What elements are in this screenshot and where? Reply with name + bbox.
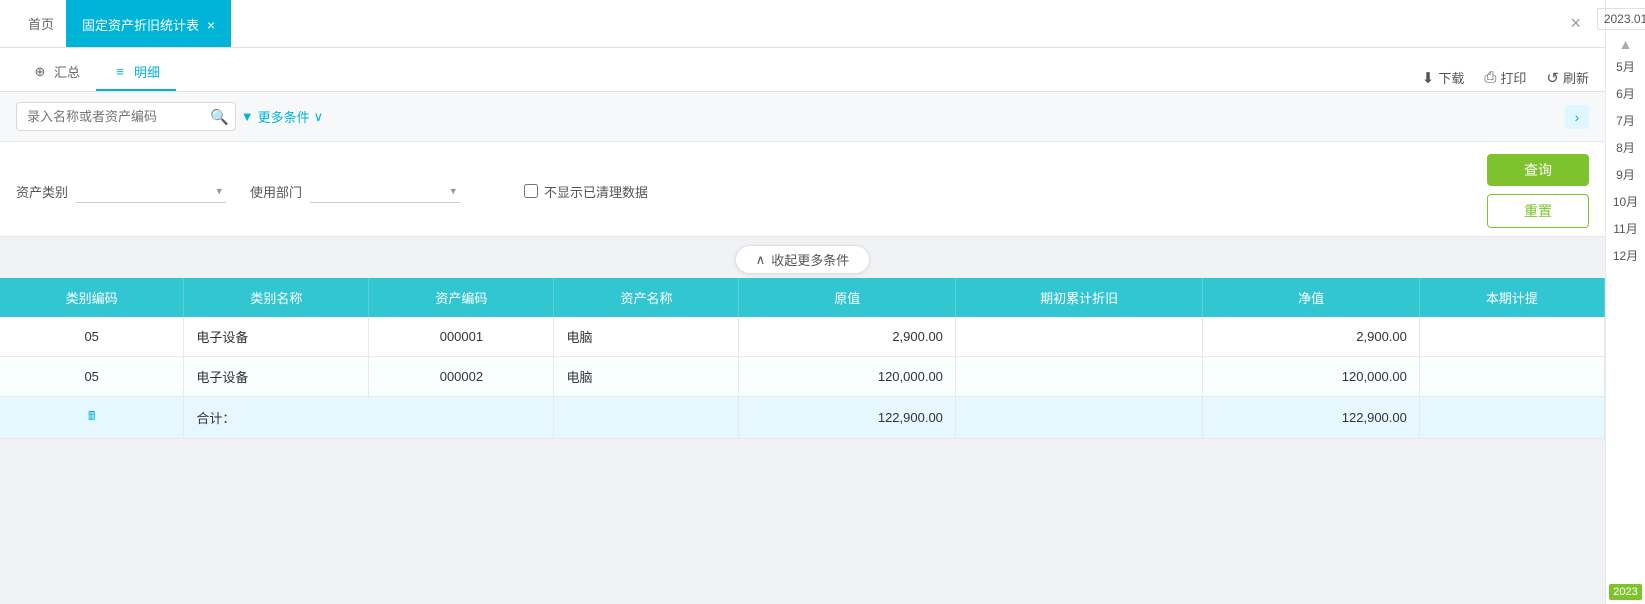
cell-category: 电子设备 [184, 317, 369, 357]
cell-category: 电子设备 [184, 357, 369, 397]
col-header-category: 类别名称 [184, 278, 369, 317]
hide-cleared-checkbox[interactable] [524, 184, 538, 198]
cell-code: 05 [0, 357, 184, 397]
tab-summary[interactable]: ⊕ 汇总 [16, 54, 96, 91]
col-header-asset-code: 资产编码 [369, 278, 554, 317]
tab-detail-label: 明细 [134, 62, 160, 81]
sidebar-year-badge: 2023 [1609, 584, 1641, 600]
more-filter-button[interactable]: ▼ 更多条件 ∨ [241, 107, 323, 126]
cell-accumulated-dep [955, 317, 1203, 357]
active-tab: 固定资产折旧统计表 × [66, 0, 231, 47]
department-label: 使用部门 [250, 182, 302, 201]
layers-icon: ⊕ [32, 64, 48, 80]
total-icon: 🖩 [88, 409, 95, 423]
cell-current-dep [1419, 317, 1604, 357]
asset-category-filter: 资产类别 [16, 179, 226, 203]
col-header-net-value: 净值 [1203, 278, 1419, 317]
print-button[interactable]: ⎙ 打印 [1484, 68, 1526, 87]
list-icon: ≡ [112, 64, 128, 80]
chevron-down-icon: ∨ [314, 109, 324, 125]
total-original-value: 122,900.00 [739, 397, 955, 439]
cell-code: 05 [0, 317, 184, 357]
cell-asset-name: 电脑 [554, 357, 739, 397]
reset-button[interactable]: 重置 [1487, 194, 1589, 228]
total-net-value: 122,900.00 [1203, 397, 1419, 439]
cell-asset-name: 电脑 [554, 317, 739, 357]
refresh-icon: ↺ [1546, 69, 1559, 87]
sidebar-month-5[interactable]: 5月 [1614, 54, 1637, 79]
total-icon-cell: 🖩 [0, 397, 184, 439]
hide-cleared-filter: 不显示已清理数据 [524, 182, 648, 201]
asset-category-select[interactable] [76, 179, 226, 203]
home-nav[interactable]: 首页 [16, 14, 66, 33]
tab-close-icon[interactable]: × [207, 17, 215, 33]
total-label-cell: 合计： [184, 397, 554, 439]
table-container: 类别编码 类别名称 资产编码 资产名称 原值 期初累计折旧 净值 本期计提 05… [0, 278, 1605, 604]
filter-actions: 查询 重置 [1487, 154, 1589, 228]
data-table: 类别编码 类别名称 资产编码 资产名称 原值 期初累计折旧 净值 本期计提 05… [0, 278, 1605, 439]
col-header-asset-name: 资产名称 [554, 278, 739, 317]
window-close-button[interactable]: × [1562, 13, 1589, 34]
sidebar-month-12[interactable]: 12月 [1611, 243, 1640, 268]
print-icon: ⎙ [1484, 69, 1496, 86]
search-bar: 🔍 ▼ 更多条件 ∨ › [0, 92, 1605, 142]
tab-summary-label: 汇总 [54, 62, 80, 81]
download-button[interactable]: ⬇ 下载 [1422, 68, 1465, 87]
department-select[interactable] [310, 179, 460, 203]
query-button[interactable]: 查询 [1487, 154, 1589, 186]
col-header-code: 类别编码 [0, 278, 184, 317]
sidebar-month-6[interactable]: 6月 [1614, 81, 1637, 106]
cell-asset-code: 000002 [369, 357, 554, 397]
refresh-button[interactable]: ↺ 刷新 [1546, 68, 1589, 87]
total-row: 🖩 合计： 122,900.00 122,900.00 [0, 397, 1605, 439]
search-input[interactable] [16, 102, 236, 131]
search-icon[interactable]: 🔍 [210, 108, 229, 126]
hide-cleared-label: 不显示已清理数据 [544, 182, 648, 201]
table-row: 05 电子设备 000001 电脑 2,900.00 2,900.00 [0, 317, 1605, 357]
col-header-original-value: 原值 [739, 278, 955, 317]
cell-current-dep [1419, 357, 1604, 397]
sidebar-month-7[interactable]: 7月 [1614, 108, 1637, 133]
sidebar-up-icon[interactable]: ▲ [1619, 36, 1633, 52]
filter-row: 资产类别 使用部门 不显示已清理数据 [16, 154, 1589, 228]
sidebar-month-11[interactable]: 11月 [1611, 216, 1639, 241]
tab-detail[interactable]: ≡ 明细 [96, 54, 176, 91]
total-current-dep [1419, 397, 1604, 439]
col-header-accumulated-dep: 期初累计折旧 [955, 278, 1203, 317]
expand-sidebar-button[interactable]: › [1565, 105, 1589, 129]
sidebar-month-9[interactable]: 9月 [1614, 162, 1637, 187]
table-row: 05 电子设备 000002 电脑 120,000.00 120,000.00 [0, 357, 1605, 397]
sidebar-date: 2023.01 [1597, 8, 1645, 30]
download-icon: ⬇ [1422, 69, 1435, 87]
cell-original-value: 120,000.00 [739, 357, 955, 397]
tabs-row: ⊕ 汇总 ≡ 明细 ⬇ 下载 ⎙ 打印 ↺ 刷新 [0, 48, 1605, 92]
total-asset-name [554, 397, 739, 439]
cell-asset-code: 000001 [369, 317, 554, 357]
cell-accumulated-dep [955, 357, 1203, 397]
collapse-bar: ∧ 收起更多条件 [0, 237, 1605, 278]
right-sidebar: 2023.01 ▲ 5月 6月 7月 8月 9月 10月 11月 12月 202… [1605, 0, 1645, 604]
department-filter: 使用部门 [250, 179, 460, 203]
filter-area: 资产类别 使用部门 不显示已清理数据 [0, 142, 1605, 237]
sidebar-month-8[interactable]: 8月 [1614, 135, 1637, 160]
sidebar-month-10[interactable]: 10月 [1611, 189, 1640, 214]
table-wrap: 类别编码 类别名称 资产编码 资产名称 原值 期初累计折旧 净值 本期计提 05… [0, 278, 1605, 604]
table-header-row: 类别编码 类别名称 资产编码 资产名称 原值 期初累计折旧 净值 本期计提 [0, 278, 1605, 317]
tab-title: 固定资产折旧统计表 [82, 15, 199, 34]
collapse-up-icon: ∧ [756, 252, 766, 268]
filter-icon: ▼ [241, 109, 254, 124]
asset-category-label: 资产类别 [16, 182, 68, 201]
cell-net-value: 2,900.00 [1203, 317, 1419, 357]
collapse-button[interactable]: ∧ 收起更多条件 [735, 245, 871, 274]
col-header-current-dep: 本期计提 [1419, 278, 1604, 317]
cell-net-value: 120,000.00 [1203, 357, 1419, 397]
total-accumulated-dep [955, 397, 1203, 439]
cell-original-value: 2,900.00 [739, 317, 955, 357]
